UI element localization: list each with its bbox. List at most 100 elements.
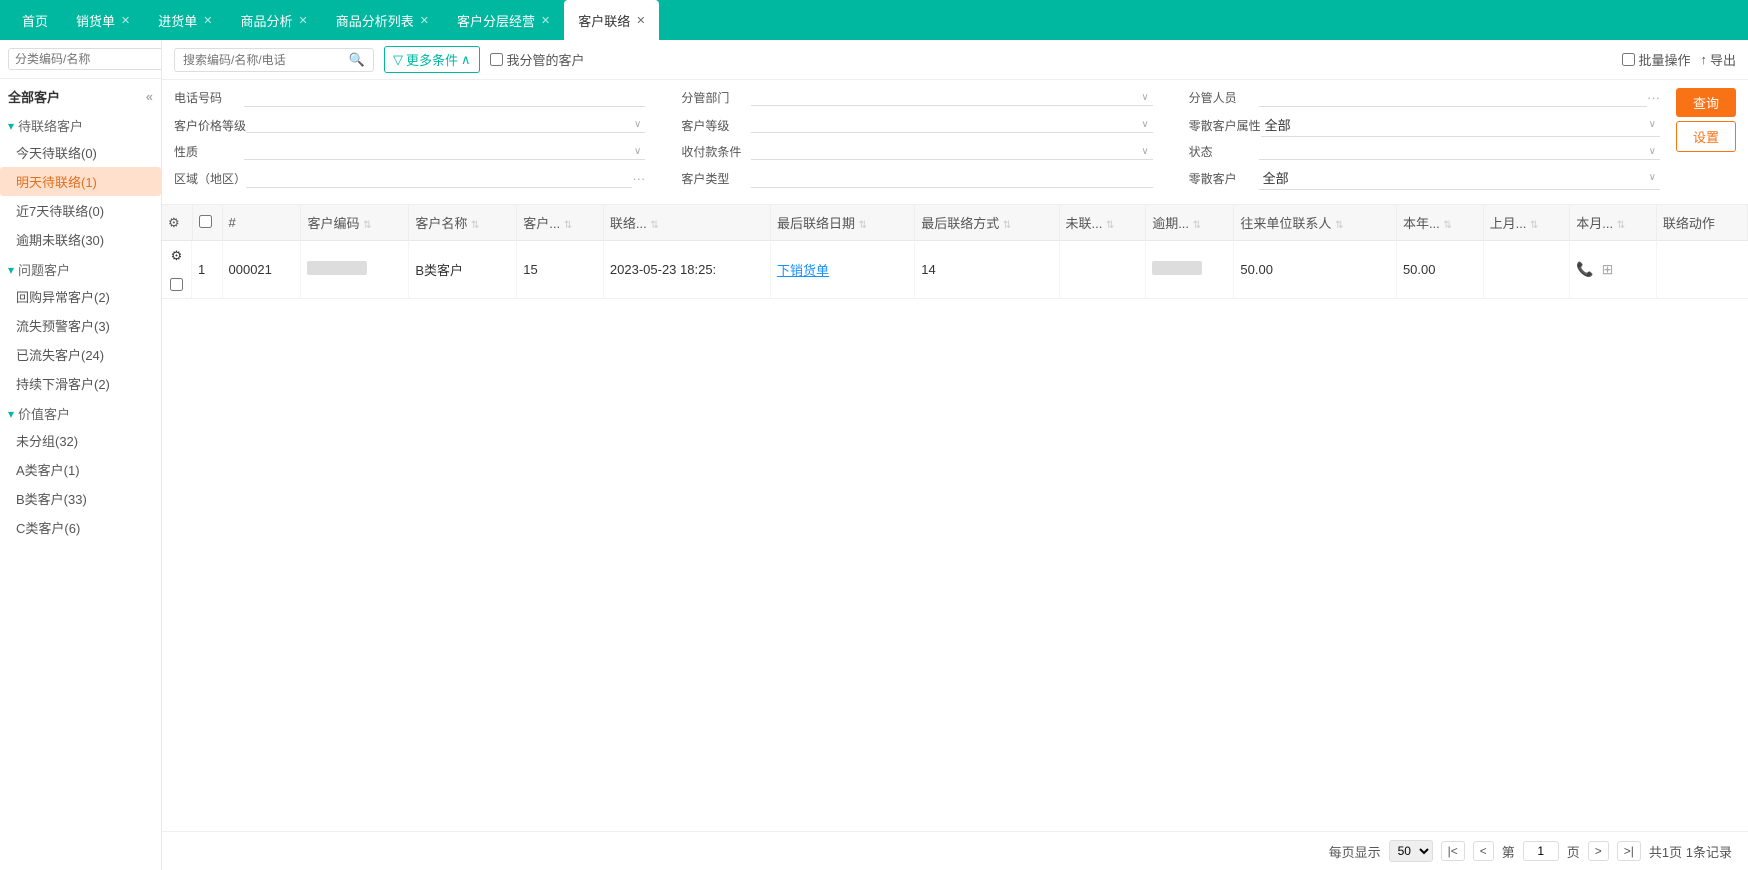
- sort-year-icon[interactable]: ⇅: [1443, 220, 1451, 231]
- data-table-container: ⚙ # 客户编码 ⇅ 客户名称 ⇅: [162, 205, 1748, 831]
- col-checkbox: [192, 205, 222, 241]
- page-number-input[interactable]: [1523, 841, 1559, 861]
- filter-dept-select[interactable]: ∨: [751, 90, 1152, 106]
- select-all-checkbox[interactable]: [199, 215, 212, 228]
- sidebar-item-class-c[interactable]: C类客户(6): [0, 513, 161, 542]
- sort-this-month-icon[interactable]: ⇅: [1617, 220, 1625, 231]
- reset-button[interactable]: 设置: [1676, 121, 1736, 152]
- nav-purchase[interactable]: 进货单 ✕: [144, 0, 226, 40]
- cell-last-method[interactable]: 下销货单: [770, 241, 914, 299]
- col-not-contact[interactable]: 未联... ⇅: [1059, 205, 1146, 241]
- toolbar-search-box: 🔍: [174, 48, 374, 72]
- sort-not-contact-icon[interactable]: ⇅: [1106, 220, 1114, 231]
- col-overdue[interactable]: 逾期... ⇅: [1146, 205, 1234, 241]
- export-button[interactable]: ↑ 导出: [1700, 50, 1736, 69]
- col-this-month[interactable]: 本月... ⇅: [1570, 205, 1657, 241]
- col-contact[interactable]: 联络... ⇅: [603, 205, 770, 241]
- first-page-button[interactable]: |<: [1441, 841, 1465, 861]
- sidebar-item-tomorrow[interactable]: 明天待联络(1): [0, 167, 161, 196]
- nav-customer-contact[interactable]: 客户联络 ✕: [564, 0, 659, 40]
- sort-unit-icon[interactable]: ⇅: [1335, 220, 1343, 231]
- sort-code-icon[interactable]: ⇅: [363, 220, 371, 231]
- sidebar-search-input[interactable]: [8, 48, 162, 70]
- close-purchase-icon[interactable]: ✕: [203, 14, 212, 27]
- row-gear-icon[interactable]: ⚙: [171, 248, 183, 264]
- cell-gear[interactable]: ⚙: [162, 241, 192, 271]
- close-customer-layer-icon[interactable]: ✕: [541, 14, 550, 27]
- filter-phone-input[interactable]: [244, 88, 645, 107]
- next-page-button[interactable]: >: [1588, 841, 1609, 861]
- toolbar-search-input[interactable]: [183, 53, 349, 67]
- query-button[interactable]: 查询: [1676, 88, 1736, 117]
- filter-payment-select[interactable]: ∨: [751, 144, 1152, 160]
- filter-zero-attr-select[interactable]: 全部 ∨: [1261, 113, 1660, 137]
- prev-page-button[interactable]: <: [1473, 841, 1494, 861]
- col-last-method[interactable]: 最后联络方式 ⇅: [915, 205, 1059, 241]
- col-code[interactable]: 客户编码 ⇅: [301, 205, 409, 241]
- cell-contact: 15: [517, 241, 604, 299]
- cell-overdue: [1059, 241, 1146, 299]
- page-size-select[interactable]: 50: [1389, 840, 1433, 862]
- filter-region-more-icon[interactable]: ···: [632, 171, 645, 186]
- sort-overdue-icon[interactable]: ⇅: [1193, 220, 1201, 231]
- filter-person-input[interactable]: [1259, 88, 1647, 107]
- col-this-year[interactable]: 本年... ⇅: [1396, 205, 1483, 241]
- filter-customer-level-select[interactable]: ∨: [751, 117, 1152, 133]
- my-customers-checkbox[interactable]: [490, 53, 503, 66]
- sidebar-item-declining[interactable]: 持续下滑客户(2): [0, 369, 161, 398]
- toolbar-right: 批量操作 ↑ 导出: [1622, 50, 1736, 69]
- sidebar-item-repurchase-abnormal[interactable]: 回购异常客户(2): [0, 282, 161, 311]
- last-page-button[interactable]: >|: [1617, 841, 1641, 861]
- sort-name-icon[interactable]: ⇅: [471, 220, 479, 231]
- chevron-down-icon8: ∨: [1649, 172, 1656, 183]
- col-last-date[interactable]: 最后联络日期 ⇅: [770, 205, 914, 241]
- collapse-icon[interactable]: «: [146, 89, 153, 104]
- filter-region: 区域（地区） ···: [174, 169, 645, 188]
- close-sales-icon[interactable]: ✕: [121, 14, 130, 27]
- more-filter-button[interactable]: ▽ 更多条件 ∧: [384, 46, 480, 73]
- filter-person-more-icon[interactable]: ···: [1647, 90, 1660, 105]
- nav-home[interactable]: 首页: [8, 0, 62, 40]
- toolbar-search-icon[interactable]: 🔍: [349, 52, 365, 68]
- sidebar-item-overdue[interactable]: 逾期未联络(30): [0, 225, 161, 254]
- filter-price-level-select[interactable]: ∨: [246, 117, 645, 133]
- sort-last-month-icon[interactable]: ⇅: [1530, 220, 1538, 231]
- nav-analysis[interactable]: 商品分析 ✕: [226, 0, 321, 40]
- sidebar-item-ungrouped[interactable]: 未分组(32): [0, 426, 161, 455]
- nav-analysis-list[interactable]: 商品分析列表 ✕: [322, 0, 443, 40]
- filter-customer-type-input[interactable]: [751, 169, 1152, 188]
- close-analysis-icon[interactable]: ✕: [299, 14, 308, 27]
- gear-icon[interactable]: ⚙: [168, 215, 180, 230]
- filter-region-input[interactable]: [246, 169, 632, 188]
- sidebar-item-today[interactable]: 今天待联络(0): [0, 138, 161, 167]
- close-customer-contact-icon[interactable]: ✕: [636, 14, 645, 27]
- row-checkbox[interactable]: [170, 278, 183, 291]
- sidebar-item-class-a[interactable]: A类客户(1): [0, 455, 161, 484]
- cell-last-month: 50.00: [1396, 241, 1483, 299]
- col-type[interactable]: 客户... ⇅: [517, 205, 604, 241]
- filter-status-select[interactable]: ∨: [1259, 144, 1660, 160]
- batch-button[interactable]: 批量操作: [1622, 50, 1690, 69]
- col-unit-contact[interactable]: 往来单位联系人 ⇅: [1234, 205, 1397, 241]
- col-last-month[interactable]: 上月... ⇅: [1483, 205, 1570, 241]
- batch-checkbox[interactable]: [1622, 53, 1635, 66]
- sort-date-icon[interactable]: ⇅: [859, 220, 867, 231]
- nav-customer-layer[interactable]: 客户分层经营 ✕: [443, 0, 564, 40]
- close-analysis-list-icon[interactable]: ✕: [420, 14, 429, 27]
- action-phone-icon[interactable]: 📞: [1576, 261, 1593, 278]
- filter-zero-customer-select[interactable]: 全部 ∨: [1259, 166, 1660, 190]
- filter-gender-select[interactable]: ∨: [244, 144, 645, 160]
- sort-contact-icon[interactable]: ⇅: [650, 220, 658, 231]
- sort-type-icon[interactable]: ⇅: [564, 220, 572, 231]
- sidebar-item-churned[interactable]: 已流失客户(24): [0, 340, 161, 369]
- col-gear[interactable]: ⚙: [162, 205, 192, 241]
- col-name[interactable]: 客户名称 ⇅: [409, 205, 517, 241]
- filter-row-2: 客户价格等级 ∨ 客户等级 ∨: [174, 113, 1660, 137]
- sidebar-item-7days[interactable]: 近7天待联络(0): [0, 196, 161, 225]
- sidebar-item-class-b[interactable]: B类客户(33): [0, 484, 161, 513]
- sidebar-item-churn-warning[interactable]: 流失预警客户(3): [0, 311, 161, 340]
- action-grid-icon[interactable]: ⊞: [1602, 261, 1614, 278]
- sort-method-icon[interactable]: ⇅: [1003, 220, 1011, 231]
- nav-sales[interactable]: 销货单 ✕: [62, 0, 144, 40]
- cell-name: [301, 241, 409, 299]
